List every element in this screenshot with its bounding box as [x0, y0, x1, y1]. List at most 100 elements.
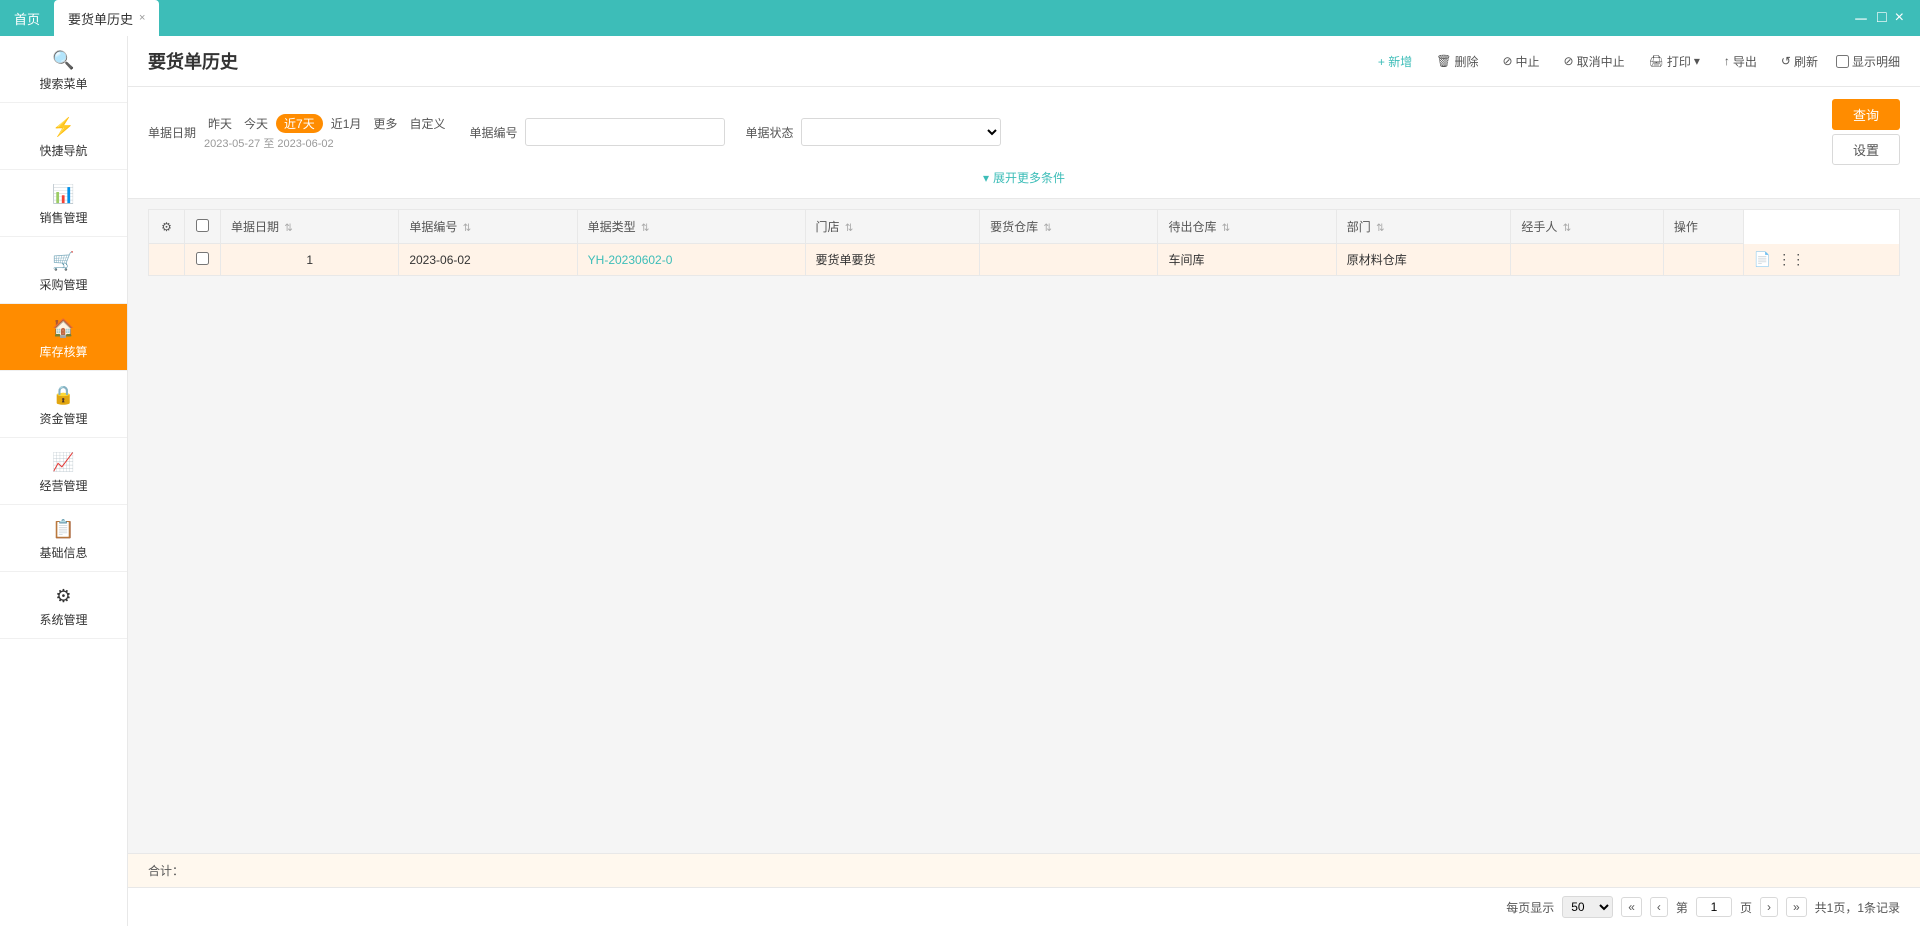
show-detail-toggle[interactable]: 显示明细 [1836, 53, 1900, 70]
row-action: 📄 ⋮⋮ [1743, 244, 1899, 276]
stock-icon: 🏠 [52, 318, 74, 339]
doc-no-input[interactable] [525, 118, 725, 146]
sort-store-icon[interactable]: ⇅ [845, 223, 853, 234]
prev-page-button[interactable]: ‹ [1650, 897, 1668, 917]
tab-requisition-history[interactable]: 要货单历史 × [54, 0, 159, 36]
row-checkbox[interactable] [196, 252, 209, 265]
page-prefix: 第 [1676, 899, 1688, 916]
next-page-button[interactable]: › [1760, 897, 1778, 917]
sort-doc-type-icon[interactable]: ⇅ [641, 223, 649, 234]
page-title: 要货单历史 [148, 48, 238, 74]
delete-button[interactable]: 🗑 删除 [1430, 49, 1484, 74]
col-store: 门店 ⇅ [805, 210, 980, 244]
shortcut-icon: ⚡ [52, 117, 74, 138]
stop-button[interactable]: ⊘ 中止 [1496, 49, 1545, 74]
per-page-label: 每页显示 [1506, 899, 1554, 916]
filter-area: 单据日期 昨天 今天 近7天 近1月 更多 自定义 2023-05-27 至 2… [128, 87, 1920, 199]
query-button[interactable]: 查询 [1832, 99, 1900, 130]
date-1month[interactable]: 近1月 [327, 114, 366, 133]
row-settings [149, 244, 185, 276]
expand-more[interactable]: ▾ 展开更多条件 [148, 165, 1900, 190]
date-more[interactable]: 更多 [369, 114, 401, 133]
doc-no-label: 单据编号 [469, 124, 517, 141]
new-button[interactable]: + 新增 [1372, 49, 1418, 74]
sort-dept-icon[interactable]: ⇅ [1376, 223, 1384, 234]
status-select[interactable] [801, 118, 1001, 146]
print-button-label: 打印 [1667, 53, 1691, 70]
row-num: 1 [221, 244, 399, 276]
filter-settings-button[interactable]: 设置 [1832, 134, 1900, 165]
sort-req-wh-icon[interactable]: ⇅ [1043, 223, 1051, 234]
per-page-select[interactable]: 50 100 200 [1562, 896, 1613, 918]
first-page-button[interactable]: « [1621, 897, 1642, 917]
finance-icon: 🔒 [52, 385, 74, 406]
tab-home[interactable]: 首页 [0, 0, 54, 36]
filter-row: 单据日期 昨天 今天 近7天 近1月 更多 自定义 2023-05-27 至 2… [148, 99, 1900, 165]
export-button-label: 导出 [1733, 53, 1757, 70]
col-check [185, 210, 221, 244]
expand-label: 展开更多条件 [993, 169, 1065, 186]
date-range-text: 2023-05-27 至 2023-06-02 [204, 135, 449, 151]
sidebar-item-finance[interactable]: 🔒 资金管理 [0, 371, 127, 438]
pagination: 每页显示 50 100 200 « ‹ 第 页 › » 共1页，1条记录 [128, 887, 1920, 926]
new-button-label: + 新增 [1378, 53, 1412, 70]
purchase-icon: 🛒 [52, 251, 74, 272]
filter-actions: 查询 设置 [1832, 99, 1900, 165]
stop-icon: ⊘ [1502, 54, 1512, 68]
refresh-button[interactable]: ↺ 刷新 [1775, 49, 1824, 74]
doc-no-link[interactable]: YH-20230602-0 [588, 253, 673, 267]
data-table: ⚙ 单据日期 ⇅ 单据编号 ⇅ [148, 209, 1900, 276]
date-custom[interactable]: 自定义 [405, 114, 449, 133]
print-button[interactable]: 🖨 打印 ▾ [1643, 49, 1706, 74]
row-dept [1511, 244, 1663, 276]
sidebar-item-system[interactable]: ⚙ 系统管理 [0, 572, 127, 639]
sidebar-stock-label: 库存核算 [39, 343, 87, 360]
sidebar-item-stock[interactable]: 🏠 库存核算 [0, 304, 127, 371]
sidebar-item-base[interactable]: 📋 基础信息 [0, 505, 127, 572]
settings-icon: ⚙ [161, 220, 172, 234]
row-doc-no: YH-20230602-0 [577, 244, 805, 276]
sidebar-item-ops[interactable]: 📈 经营管理 [0, 438, 127, 505]
action-buttons: 📄 ⋮⋮ [1754, 251, 1889, 268]
main-layout: 🔍 搜索菜单 ⚡ 快捷导航 📊 销售管理 🛒 采购管理 🏠 库存核算 🔒 资金管… [0, 36, 1920, 926]
sidebar-item-sales[interactable]: 📊 销售管理 [0, 170, 127, 237]
print-dropdown-icon: ▾ [1694, 54, 1700, 68]
date-yesterday[interactable]: 昨天 [204, 114, 236, 133]
sidebar-item-search[interactable]: 🔍 搜索菜单 [0, 36, 127, 103]
refresh-button-label: 刷新 [1794, 53, 1818, 70]
status-filter: 单据状态 [745, 118, 1001, 146]
view-action-button[interactable]: 📄 [1754, 251, 1771, 268]
col-handler: 经手人 ⇅ [1511, 210, 1663, 244]
col-date: 单据日期 ⇅ [221, 210, 399, 244]
tab-close-icon[interactable]: × [139, 12, 145, 24]
row-req-warehouse: 车间库 [1158, 244, 1336, 276]
more-action-button[interactable]: ⋮⋮ [1777, 251, 1805, 268]
page-number-input[interactable] [1696, 897, 1732, 917]
window-close-icon[interactable]: × [1895, 9, 1904, 27]
sort-date-icon[interactable]: ⇅ [284, 223, 292, 234]
show-detail-checkbox[interactable] [1836, 55, 1849, 68]
status-label: 单据状态 [745, 124, 793, 141]
sort-pending-wh-icon[interactable]: ⇅ [1222, 223, 1230, 234]
last-page-button[interactable]: » [1786, 897, 1807, 917]
tab-home-label: 首页 [14, 9, 40, 28]
export-button[interactable]: ↑ 导出 [1718, 49, 1763, 74]
content-area: 要货单历史 + 新增 🗑 删除 ⊘ 中止 ⊘ 取消中止 🖨 [128, 36, 1920, 926]
date-7days[interactable]: 近7天 [276, 114, 323, 133]
page-header: 要货单历史 + 新增 🗑 删除 ⊘ 中止 ⊘ 取消中止 🖨 [128, 36, 1920, 87]
window-maximize-icon[interactable]: □ [1877, 9, 1887, 27]
sidebar-purchase-label: 采购管理 [39, 276, 87, 293]
sidebar-item-shortcut[interactable]: ⚡ 快捷导航 [0, 103, 127, 170]
table-header: ⚙ 单据日期 ⇅ 单据编号 ⇅ [149, 210, 1900, 244]
sidebar-item-purchase[interactable]: 🛒 采购管理 [0, 237, 127, 304]
col-settings[interactable]: ⚙ [149, 210, 185, 244]
window-minimize-icon[interactable]: － [1853, 6, 1869, 30]
col-action: 操作 [1663, 210, 1743, 244]
cancel-stop-button[interactable]: ⊘ 取消中止 [1558, 49, 1631, 74]
table-row[interactable]: 1 2023-06-02 YH-20230602-0 要货单要货 车间库 原材料… [149, 244, 1900, 276]
sort-handler-icon[interactable]: ⇅ [1563, 223, 1571, 234]
date-today[interactable]: 今天 [240, 114, 272, 133]
select-all-checkbox[interactable] [196, 219, 209, 232]
sort-doc-no-icon[interactable]: ⇅ [463, 223, 471, 234]
col-dept: 部门 ⇅ [1336, 210, 1511, 244]
